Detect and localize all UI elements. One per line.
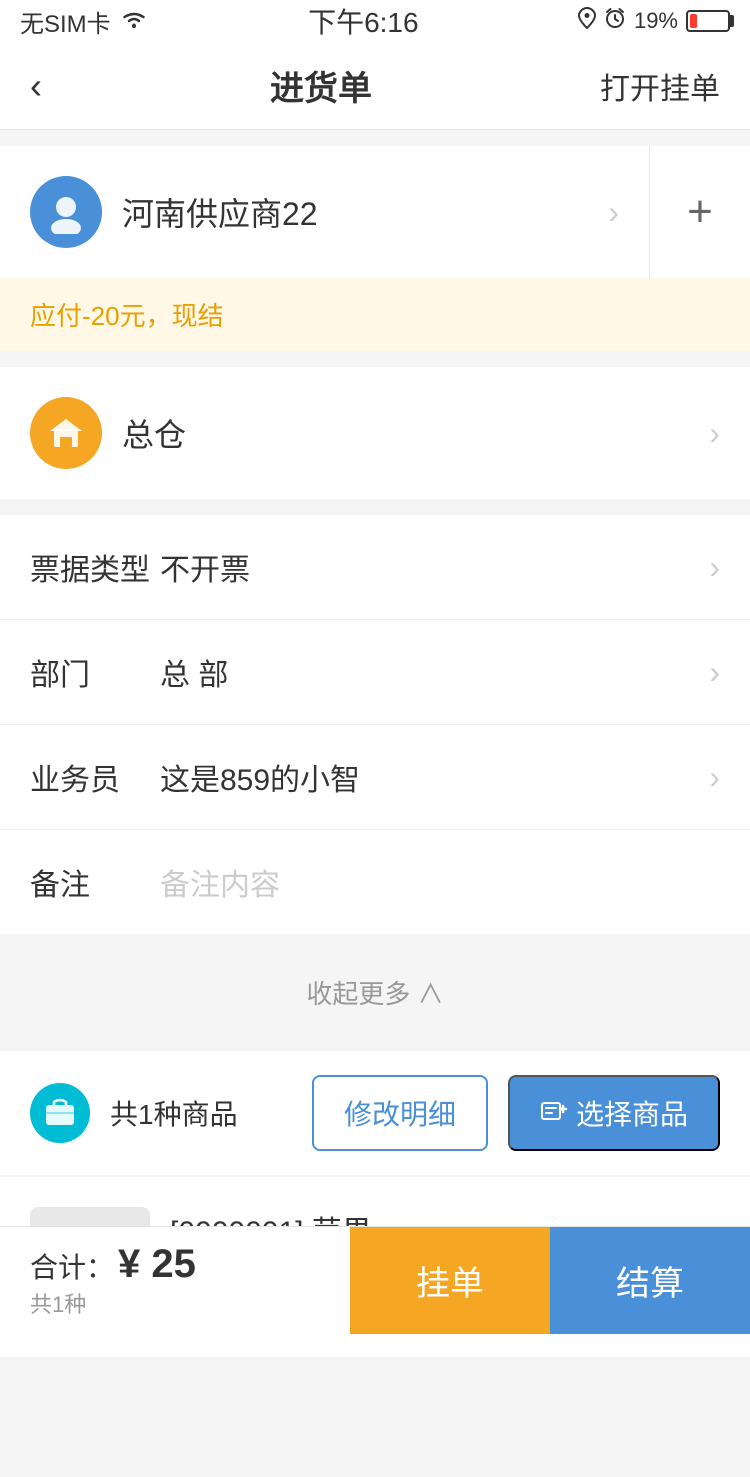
form-section: 票据类型 不开票 › 部门 总 部 › 业务员 这是859的小智 › 备注 备注… [0, 515, 750, 934]
warehouse-row[interactable]: 总仓 › [0, 367, 750, 499]
supplier-alert: 应付-20元，现结 [0, 278, 750, 351]
product-icon [30, 1083, 90, 1143]
department-label: 部门 [30, 650, 160, 694]
salesperson-chevron-icon: › [709, 759, 720, 796]
supplier-main-row[interactable]: 河南供应商22 › [0, 146, 650, 278]
location-icon [578, 7, 596, 35]
alarm-icon [604, 7, 626, 35]
warehouse-chevron-icon: › [709, 415, 720, 452]
supplier-name: 河南供应商22 [122, 189, 608, 235]
salesperson-row[interactable]: 业务员 这是859的小智 › [0, 725, 750, 830]
battery-percent: 19% [634, 8, 678, 34]
divider [0, 130, 750, 146]
department-row[interactable]: 部门 总 部 › [0, 620, 750, 725]
time-label: 下午6:16 [308, 1, 419, 41]
salesperson-value: 这是859的小智 [160, 755, 709, 799]
salesperson-label: 业务员 [30, 755, 160, 799]
remark-label: 备注 [30, 860, 160, 904]
add-supplier-button[interactable]: + [650, 146, 750, 278]
carrier-label: 无SIM卡 [20, 4, 111, 39]
total-amount: ¥ 25 [118, 1242, 196, 1287]
remark-row[interactable]: 备注 备注内容 [0, 830, 750, 934]
total-label: 合计： [30, 1246, 114, 1286]
status-left: 无SIM卡 [20, 4, 149, 39]
warehouse-name: 总仓 [122, 410, 709, 456]
department-value: 总 部 [160, 650, 709, 694]
nav-bar: ‹ 进货单 打开挂单 [0, 42, 750, 130]
department-chevron-icon: › [709, 654, 720, 691]
invoice-type-chevron-icon: › [709, 549, 720, 586]
hang-button[interactable]: 挂单 [350, 1227, 550, 1334]
checkout-button[interactable]: 结算 [550, 1227, 750, 1334]
battery-icon [686, 10, 730, 32]
back-button[interactable]: ‹ [30, 65, 42, 107]
open-hang-button[interactable]: 打开挂单 [600, 64, 720, 108]
bottom-bar: 合计： ¥ 25 共1种 挂单 结算 [0, 1226, 750, 1334]
supplier-avatar [30, 176, 102, 248]
total-count: 共1种 [30, 1287, 320, 1319]
select-product-label: 选择商品 [576, 1093, 688, 1133]
edit-detail-button[interactable]: 修改明细 [312, 1075, 488, 1151]
supplier-section: 河南供应商22 › + [0, 146, 750, 278]
select-product-button[interactable]: 选择商品 [508, 1075, 720, 1151]
collapse-button[interactable]: 收起更多 ∧ [0, 950, 750, 1035]
invoice-type-row[interactable]: 票据类型 不开票 › [0, 515, 750, 620]
wifi-icon [119, 7, 149, 36]
invoice-type-value: 不开票 [160, 545, 709, 589]
status-bar: 无SIM卡 下午6:16 19% [0, 0, 750, 42]
product-count-label: 共1种商品 [110, 1093, 292, 1133]
status-right: 19% [578, 7, 730, 35]
total-area: 合计： ¥ 25 共1种 [0, 1227, 350, 1334]
supplier-chevron-icon: › [608, 194, 619, 231]
warehouse-icon [30, 397, 102, 469]
remark-placeholder: 备注内容 [160, 860, 720, 904]
page-title: 进货单 [270, 61, 372, 110]
product-header: 共1种商品 修改明细 选择商品 [0, 1051, 750, 1175]
invoice-type-label: 票据类型 [30, 545, 160, 589]
